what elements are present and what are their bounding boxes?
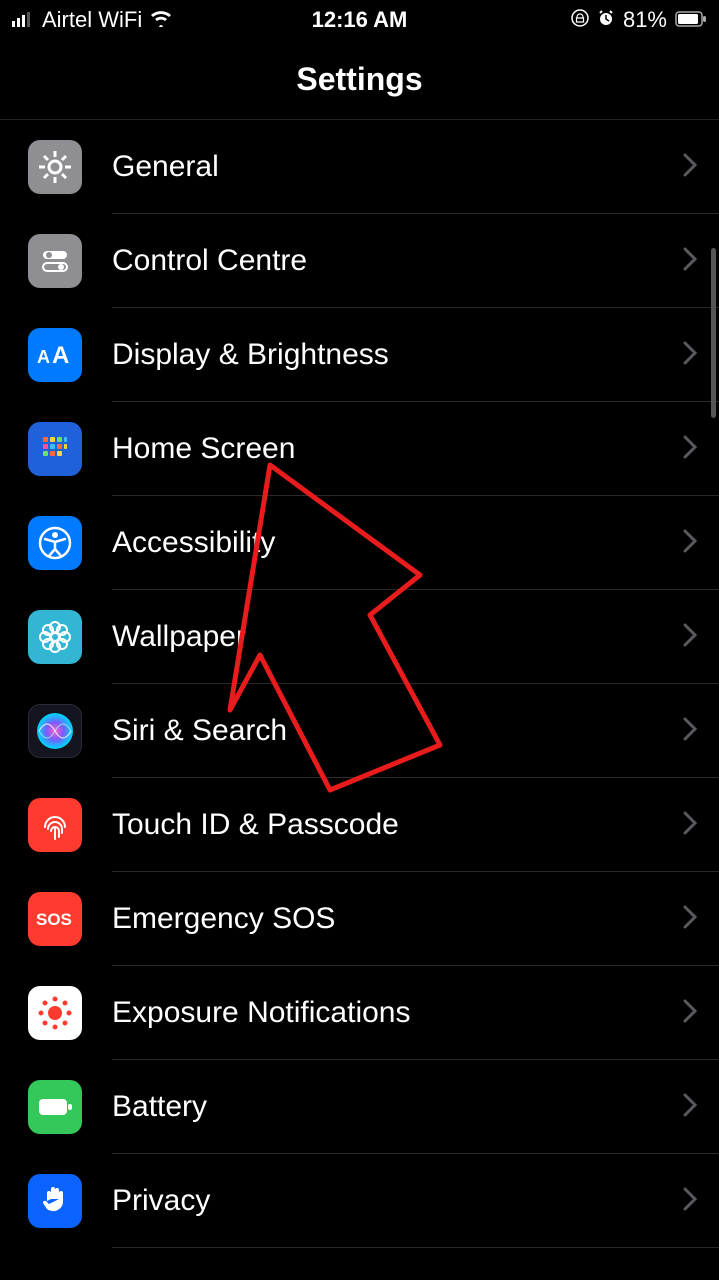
row-label: Battery: [112, 1090, 683, 1124]
flower-icon: [28, 610, 82, 664]
row-home-screen[interactable]: Home Screen: [0, 402, 719, 496]
row-privacy[interactable]: Privacy: [0, 1154, 719, 1248]
row-label: Accessibility: [112, 526, 683, 560]
hand-icon: [28, 1174, 82, 1228]
battery-icon: [28, 1080, 82, 1134]
row-touchid[interactable]: Touch ID & Passcode: [0, 778, 719, 872]
row-label: Privacy: [112, 1184, 683, 1218]
row-display[interactable]: AA Display & Brightness: [0, 308, 719, 402]
chevron-right-icon: [683, 341, 697, 370]
exposure-icon: [28, 986, 82, 1040]
chevron-right-icon: [683, 247, 697, 276]
row-wallpaper[interactable]: Wallpaper: [0, 590, 719, 684]
row-label: Wallpaper: [112, 620, 683, 654]
row-label: Touch ID & Passcode: [112, 808, 683, 842]
aa-icon: AA: [28, 328, 82, 382]
chevron-right-icon: [683, 529, 697, 558]
chevron-right-icon: [683, 717, 697, 746]
row-label: Home Screen: [112, 432, 683, 466]
apps-grid-icon: [28, 422, 82, 476]
row-label: Exposure Notifications: [112, 996, 683, 1030]
accessibility-icon: [28, 516, 82, 570]
row-label: Control Centre: [112, 244, 683, 278]
row-general[interactable]: General: [0, 120, 719, 214]
row-accessibility[interactable]: Accessibility: [0, 496, 719, 590]
clock: 12:16 AM: [312, 7, 408, 33]
chevron-right-icon: [683, 153, 697, 182]
bottom-safe-area: [0, 1262, 719, 1280]
chevron-right-icon: [683, 1187, 697, 1216]
svg-text:A: A: [37, 347, 50, 367]
svg-text:A: A: [52, 342, 69, 369]
row-emergency-sos[interactable]: SOS Emergency SOS: [0, 872, 719, 966]
row-label: General: [112, 150, 683, 184]
chevron-right-icon: [683, 435, 697, 464]
row-control-centre[interactable]: Control Centre: [0, 214, 719, 308]
row-exposure[interactable]: Exposure Notifications: [0, 966, 719, 1060]
page-title: Settings: [296, 61, 422, 98]
sos-icon: SOS: [28, 892, 82, 946]
gear-icon: [28, 140, 82, 194]
row-battery[interactable]: Battery: [0, 1060, 719, 1154]
svg-text:SOS: SOS: [36, 910, 72, 929]
chevron-right-icon: [683, 905, 697, 934]
status-bar: Airtel WiFi 12:16 AM 81%: [0, 0, 719, 40]
row-label: Siri & Search: [112, 714, 683, 748]
chevron-right-icon: [683, 1093, 697, 1122]
toggles-icon: [28, 234, 82, 288]
settings-list: General Control Centre AA Display & Brig…: [0, 120, 719, 1248]
scrollbar[interactable]: [711, 248, 716, 418]
chevron-right-icon: [683, 811, 697, 840]
chevron-right-icon: [683, 623, 697, 652]
row-label: Display & Brightness: [112, 338, 683, 372]
chevron-right-icon: [683, 999, 697, 1028]
fingerprint-icon: [28, 798, 82, 852]
row-siri[interactable]: Siri & Search: [0, 684, 719, 778]
row-label: Emergency SOS: [112, 902, 683, 936]
navbar: Settings: [0, 40, 719, 120]
siri-icon: [28, 704, 82, 758]
